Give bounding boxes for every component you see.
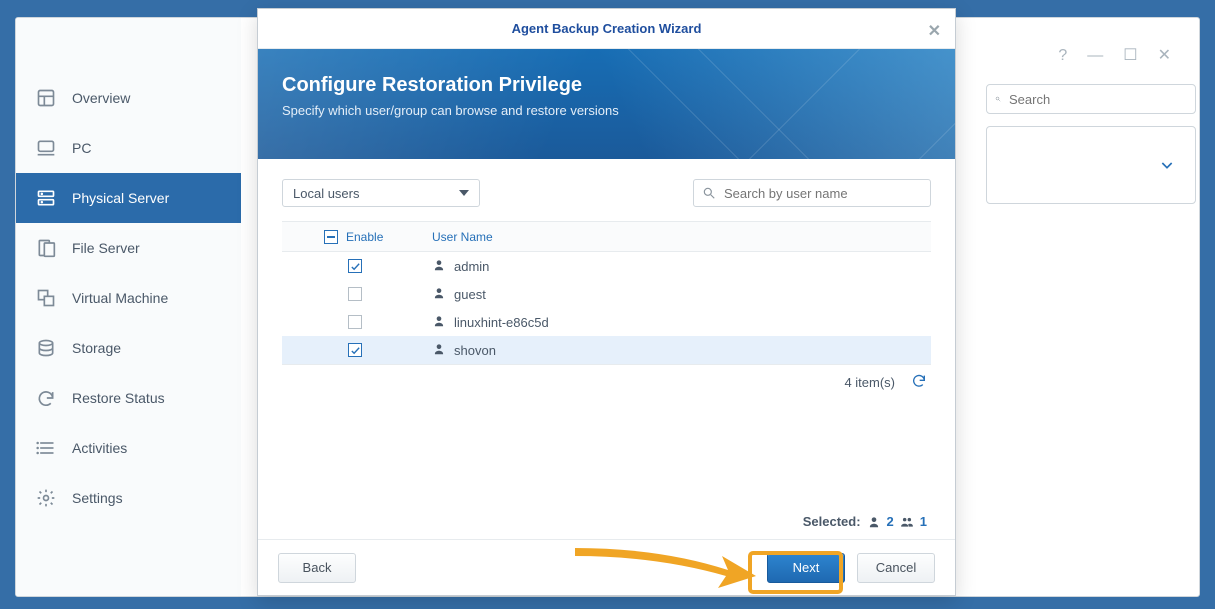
reload-icon	[911, 373, 927, 389]
sidebar-item-pc[interactable]: PC	[16, 123, 241, 173]
user-icon	[432, 286, 446, 303]
selection-summary: Selected: 2 1	[282, 508, 931, 529]
sidebar-item-label: Settings	[72, 490, 123, 506]
global-search[interactable]	[986, 84, 1196, 114]
row-checkbox[interactable]	[348, 343, 362, 357]
window-controls: ? — ☐ ✕	[1058, 48, 1171, 64]
user-icon	[432, 258, 446, 275]
row-checkbox[interactable]	[348, 315, 362, 329]
item-count: 4 item(s)	[844, 375, 895, 390]
selected-group-count: 1	[920, 514, 927, 529]
pc-icon	[34, 136, 58, 160]
restore-icon	[34, 386, 58, 410]
maximize-icon[interactable]: ☐	[1123, 48, 1137, 64]
header-enable[interactable]: Enable	[346, 230, 383, 244]
dialog-titlebar: Agent Backup Creation Wizard ✕	[258, 9, 955, 49]
sidebar-item-label: PC	[72, 140, 91, 156]
chevron-down-icon	[1159, 157, 1175, 173]
user-table: Enable User Name admin guest linuxhint-e86…	[282, 221, 931, 365]
chevron-down-icon	[459, 190, 469, 196]
sidebar-item-activities[interactable]: Activities	[16, 423, 241, 473]
storage-icon	[34, 336, 58, 360]
sidebar-item-label: File Server	[72, 240, 140, 256]
sidebar-item-label: Virtual Machine	[72, 290, 168, 306]
sidebar-item-label: Storage	[72, 340, 121, 356]
row-username: admin	[454, 259, 489, 274]
table-header: Enable User Name	[282, 222, 931, 252]
dialog-actions: Back Next Cancel	[258, 539, 955, 595]
sidebar-item-label: Activities	[72, 440, 127, 456]
header-username[interactable]: User Name	[432, 230, 931, 244]
row-username: shovon	[454, 343, 496, 358]
header-checkbox-indeterminate[interactable]	[324, 230, 338, 244]
fileserver-icon	[34, 236, 58, 260]
user-scope-select[interactable]: Local users	[282, 179, 480, 207]
sidebar-item-label: Physical Server	[72, 190, 169, 206]
search-icon	[702, 186, 716, 200]
right-card-collapse[interactable]	[986, 126, 1196, 204]
sidebar-item-label: Overview	[72, 90, 130, 106]
reload-button[interactable]	[911, 373, 927, 392]
user-icon	[432, 314, 446, 331]
dialog-heading: Configure Restoration Privilege	[282, 74, 931, 97]
activities-icon	[34, 436, 58, 460]
settings-icon	[34, 486, 58, 510]
overview-icon	[34, 86, 58, 110]
user-scope-value: Local users	[293, 186, 359, 201]
sidebar-item-restore-status[interactable]: Restore Status	[16, 373, 241, 423]
selected-user-count: 2	[887, 514, 894, 529]
dialog-body: Local users Enable User Name admin guest l…	[258, 159, 955, 539]
wizard-dialog: Agent Backup Creation Wizard ✕ Configure…	[257, 8, 956, 596]
sidebar: Overview PC Physical Server File Server Virt…	[16, 18, 241, 596]
sidebar-item-settings[interactable]: Settings	[16, 473, 241, 523]
user-search-input[interactable]	[722, 185, 922, 202]
dialog-close[interactable]: ✕	[928, 21, 941, 41]
minimize-icon[interactable]: —	[1087, 48, 1103, 64]
server-icon	[34, 186, 58, 210]
row-username: linuxhint-e86c5d	[454, 315, 549, 330]
group-icon	[900, 515, 914, 529]
sidebar-item-file-server[interactable]: File Server	[16, 223, 241, 273]
row-checkbox[interactable]	[348, 259, 362, 273]
row-username: guest	[454, 287, 486, 302]
table-row[interactable]: admin	[282, 252, 931, 280]
sidebar-item-physical-server[interactable]: Physical Server	[16, 173, 241, 223]
search-icon	[995, 92, 1001, 106]
global-search-input[interactable]	[1007, 91, 1187, 108]
back-button[interactable]: Back	[278, 553, 356, 583]
table-row[interactable]: linuxhint-e86c5d	[282, 308, 931, 336]
user-icon	[432, 342, 446, 359]
dialog-title: Agent Backup Creation Wizard	[512, 21, 702, 36]
table-row[interactable]: guest	[282, 280, 931, 308]
close-icon[interactable]: ✕	[1158, 48, 1171, 64]
help-icon[interactable]: ?	[1058, 48, 1067, 64]
user-search[interactable]	[693, 179, 931, 207]
next-button[interactable]: Next	[767, 553, 845, 583]
user-icon	[867, 515, 881, 529]
sidebar-item-label: Restore Status	[72, 390, 165, 406]
right-panel	[986, 84, 1183, 204]
sidebar-item-storage[interactable]: Storage	[16, 323, 241, 373]
sidebar-item-overview[interactable]: Overview	[16, 73, 241, 123]
sidebar-item-virtual-machine[interactable]: Virtual Machine	[16, 273, 241, 323]
table-row[interactable]: shovon	[282, 336, 931, 364]
selection-label: Selected:	[803, 514, 861, 529]
vm-icon	[34, 286, 58, 310]
dialog-banner: Configure Restoration Privilege Specify …	[258, 49, 955, 159]
row-checkbox[interactable]	[348, 287, 362, 301]
dialog-subheading: Specify which user/group can browse and …	[282, 103, 931, 118]
cancel-button[interactable]: Cancel	[857, 553, 935, 583]
